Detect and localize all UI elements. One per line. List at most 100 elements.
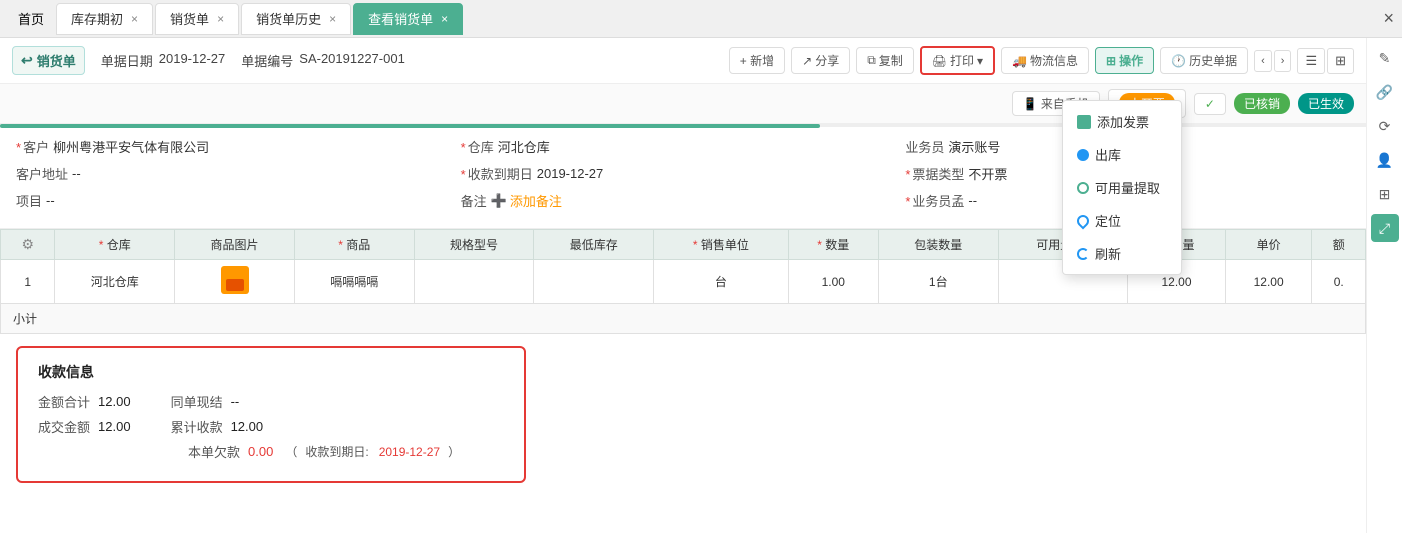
menu-item-warehouse-out[interactable]: 出库 [1063,138,1181,171]
note-label: 备注 [461,191,487,210]
operations-icon: ⊞ [1106,54,1116,68]
payment-row-1: 金额合计 12.00 同单现结 -- [38,392,504,411]
row-amount: 0. [1312,260,1366,304]
transaction-amount-value: 12.00 [98,419,131,434]
close-inventory-init[interactable]: × [131,12,138,26]
payment-title: 收款信息 [38,362,504,382]
operations-button[interactable]: ⊞ 操作 [1095,47,1154,74]
date-value: 2019-12-27 [159,51,226,70]
window-close-button[interactable]: × [1383,8,1394,29]
balance-note-close: ） [448,443,460,460]
transaction-amount-item: 成交金额 12.00 [38,417,131,436]
project-field: 项目 -- [16,191,461,210]
row-pack-qty: 1台 [878,260,998,304]
amount-label: 金额合计 [38,392,90,411]
tab-home[interactable]: 首页 [8,3,54,34]
col-unit-price: 单价 [1225,230,1312,260]
col-product-img: 商品图片 [175,230,295,260]
tab-view-sales[interactable]: 查看销货单 × [353,3,463,35]
copy-button[interactable]: ⧉ 复制 [856,47,914,74]
prev-arrow[interactable]: ‹ [1254,50,1272,72]
row-warehouse: 河北仓库 [55,260,175,304]
sidebar-expand-icon[interactable]: ⤢ [1371,214,1399,242]
project-value: -- [46,193,55,208]
same-order-settle-item: 同单现结 -- [171,392,240,411]
list-view-button[interactable]: ☰ [1297,48,1325,74]
row-product-img [175,260,295,304]
row-min-stock [534,260,654,304]
sidebar-link-icon[interactable]: 🔗 [1371,78,1399,106]
warehouse-label: 仓库 [461,137,494,156]
warehouse-out-icon [1077,149,1089,161]
date-label: 单据日期 [101,51,153,70]
phone-icon: 📱 [1023,97,1038,111]
tab-sales-order[interactable]: 销货单 × [155,3,239,35]
history-button[interactable]: 🕐 历史单据 [1160,47,1248,74]
sidebar-user-icon[interactable]: 👤 [1371,146,1399,174]
row-unit: 台 [654,260,789,304]
sales-person-value: -- [968,193,977,208]
payment-row-2: 成交金额 12.00 累计收款 12.00 [38,417,504,436]
doc-meta: 单据日期 2019-12-27 单据编号 SA-20191227-001 [101,51,405,70]
close-view-sales[interactable]: × [441,12,448,26]
sidebar-edit-icon[interactable]: ✎ [1371,44,1399,72]
add-note-button[interactable]: ➕ 添加备注 [491,191,562,210]
note-field: 备注 ➕ 添加备注 [461,191,906,210]
sidebar-sync-icon[interactable]: ⟳ [1371,112,1399,140]
tab-inventory-init[interactable]: 库存期初 × [56,3,153,35]
ticket-type-label: 票据类型 [905,164,964,183]
customer-value: 柳州粤港平安气体有限公司 [53,137,209,156]
doc-type-label: 销货单 [37,51,76,70]
col-min-stock: 最低库存 [534,230,654,260]
same-order-settle-value: -- [231,394,240,409]
check-button[interactable]: ✓ [1194,93,1226,115]
menu-item-locate[interactable]: 定位 [1063,204,1181,237]
new-button[interactable]: + 新增 [729,47,785,74]
operations-dropdown: 添加发票 出库 可用量提取 定位 刷新 [1062,100,1182,275]
address-label: 客户地址 [16,164,68,183]
accumulated-label: 累计收款 [171,417,223,436]
doc-header: ↩ 销货单 单据日期 2019-12-27 单据编号 SA-20191227-0… [0,38,1366,84]
menu-item-refresh[interactable]: 刷新 [1063,237,1181,270]
staff-label: 业务员 [905,137,944,156]
accumulated-value: 12.00 [231,419,264,434]
payment-row-3: 本单欠款 0.00 （ 收款到期日: 2019-12-27 ） [38,442,504,461]
check-icon: ✓ [1205,97,1215,111]
subtotal-label: 小计 [13,312,37,326]
print-icon: 🖨 [932,54,947,68]
due-date-label: 收款到期日: [305,443,368,460]
customer-label: 客户 [16,137,49,156]
close-sales-order[interactable]: × [217,12,224,26]
col-settings[interactable]: ⚙ [1,230,55,260]
next-arrow[interactable]: › [1274,50,1292,72]
sidebar-table-icon[interactable]: ⊞ [1371,180,1399,208]
row-unit-price: 12.00 [1225,260,1312,304]
logistics-button[interactable]: 🚚 物流信息 [1001,47,1089,74]
due-date-value: 2019-12-27 [537,166,604,181]
settings-icon: ⚙ [21,236,34,252]
effective-badge: 已生效 [1298,93,1354,114]
close-sales-history[interactable]: × [329,12,336,26]
tab-sales-history[interactable]: 销货单历史 × [241,3,351,35]
balance-label: 本单欠款 [188,442,240,461]
balance-value: 0.00 [248,444,273,459]
menu-item-available-qty[interactable]: 可用量提取 [1063,171,1181,204]
project-label: 项目 [16,191,42,210]
balance-item: 本单欠款 0.00 （ 收款到期日: 2019-12-27 ） [188,442,460,461]
menu-item-add-invoice[interactable]: 添加发票 [1063,105,1181,138]
row-num: 1 [1,260,55,304]
share-button[interactable]: ↗ 分享 [791,47,850,74]
grid-view-button[interactable]: ⊞ [1327,48,1354,74]
copy-icon: ⧉ [867,53,876,68]
col-unit: * 销售单位 [654,230,789,260]
warehouse-field: 仓库 河北仓库 [461,137,906,156]
row-product: 嗝嗝嗝嗝 [294,260,414,304]
locate-icon [1075,212,1092,229]
tab-bar: 首页 库存期初 × 销货单 × 销货单历史 × 查看销货单 × × [0,0,1402,38]
product-image [221,266,249,294]
logistics-icon: 🚚 [1012,54,1027,68]
sold-badge: 已核销 [1234,93,1290,114]
staff-value: 演示账号 [948,137,1000,156]
col-quantity: * 数量 [788,230,878,260]
print-button[interactable]: 🖨 打印 ▾ [920,46,995,75]
